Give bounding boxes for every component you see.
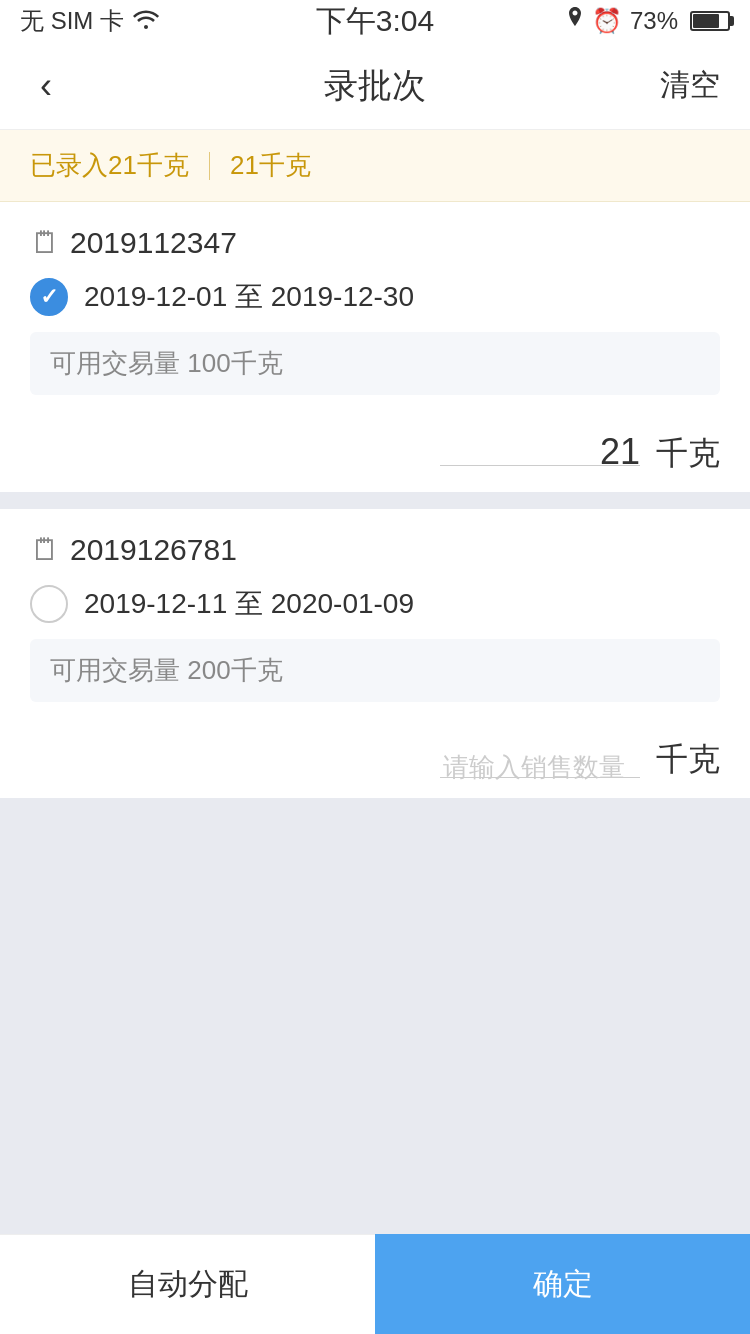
wifi-icon — [132, 7, 160, 35]
status-bar-right: ⏰ 73% — [566, 7, 730, 35]
main-content: 已录入21千克 21千克 🗒 2019112347 2019-12-01 至 2… — [0, 130, 750, 1234]
batch-1-date-row: 2019-12-01 至 2019-12-30 — [0, 270, 750, 324]
batch-1-quantity-row: 21 千克 — [0, 415, 750, 493]
info-banner: 已录入21千克 21千克 — [0, 130, 750, 202]
batch-1-quantity-value: 21 — [600, 431, 640, 473]
battery-percent: 73% — [630, 7, 678, 35]
batch-2-input-container — [440, 743, 640, 778]
batch-2-radio[interactable] — [30, 585, 68, 623]
batch-2-input-row: 千克 — [0, 722, 750, 798]
batch-1-id: 2019112347 — [70, 226, 237, 260]
confirm-button[interactable]: 确定 — [375, 1234, 750, 1334]
recorded-label: 已录入21千克 — [30, 148, 189, 183]
status-bar: 无 SIM 卡 下午3:04 ⏰ 73% — [0, 0, 750, 42]
batch-1-header: 🗒 2019112347 — [0, 202, 750, 270]
alarm-icon: ⏰ — [592, 7, 622, 35]
batch-card-1: 🗒 2019112347 2019-12-01 至 2019-12-30 可用交… — [0, 202, 750, 493]
batch-2-id: 2019126781 — [70, 533, 237, 567]
batch-card-2: 🗒 2019126781 2019-12-11 至 2020-01-09 可用交… — [0, 509, 750, 798]
batch-2-icon: 🗒 — [30, 533, 60, 567]
nav-bar: ‹ 录批次 清空 — [0, 42, 750, 130]
batch-2-available: 可用交易量 200千克 — [30, 639, 720, 702]
sim-label: 无 SIM 卡 — [20, 5, 124, 37]
batch-2-date: 2019-12-11 至 2020-01-09 — [84, 585, 414, 623]
clear-button[interactable]: 清空 — [660, 65, 720, 106]
info-divider — [209, 152, 210, 180]
back-button[interactable]: ‹ — [30, 55, 62, 117]
batch-2-date-row: 2019-12-11 至 2020-01-09 — [0, 577, 750, 631]
status-bar-left: 无 SIM 卡 — [20, 5, 160, 37]
batch-2-header: 🗒 2019126781 — [0, 509, 750, 577]
section-divider-2 — [0, 798, 750, 814]
status-bar-time: 下午3:04 — [316, 1, 434, 42]
batch-1-unit: 千克 — [656, 432, 720, 476]
batch-1-available: 可用交易量 100千克 — [30, 332, 720, 395]
batch-1-underline — [440, 465, 640, 466]
recorded-value: 21千克 — [230, 148, 311, 183]
batch-1-radio[interactable] — [30, 278, 68, 316]
empty-area — [0, 814, 750, 1234]
batch-1-input-container: 21 — [440, 431, 640, 466]
batch-2-underline — [440, 777, 640, 778]
location-icon — [566, 7, 584, 35]
auto-distribute-button[interactable]: 自动分配 — [0, 1234, 375, 1334]
batch-1-icon: 🗒 — [30, 226, 60, 260]
bottom-buttons: 自动分配 确定 — [0, 1234, 750, 1334]
batch-1-date: 2019-12-01 至 2019-12-30 — [84, 278, 414, 316]
batch-2-quantity-input[interactable] — [440, 743, 640, 785]
battery-icon — [690, 11, 730, 31]
page-title: 录批次 — [324, 63, 426, 109]
batch-2-unit: 千克 — [656, 738, 720, 782]
section-divider-1 — [0, 493, 750, 509]
